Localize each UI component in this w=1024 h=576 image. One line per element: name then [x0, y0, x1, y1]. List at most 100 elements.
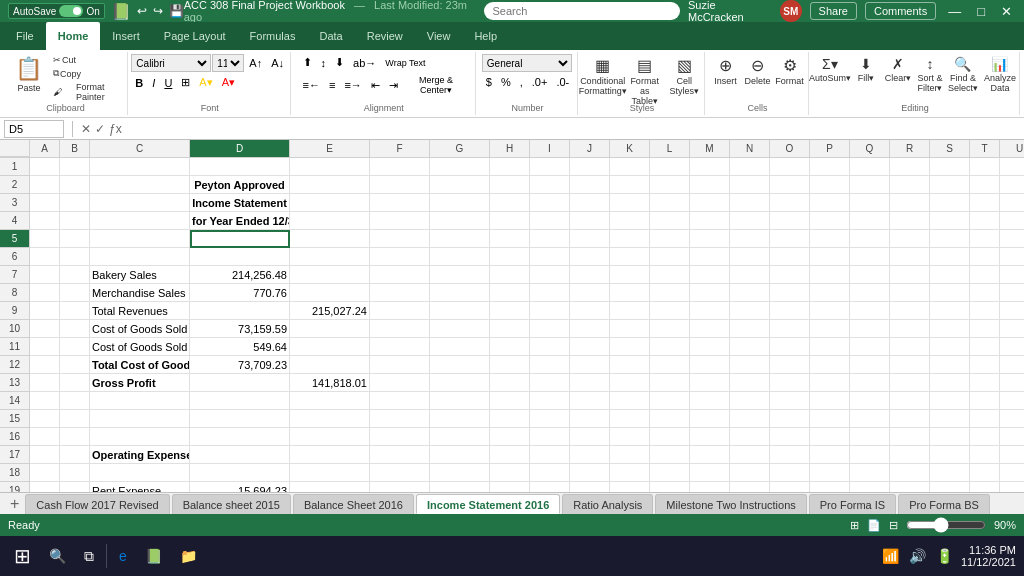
cell-K2[interactable] — [610, 176, 650, 194]
cell-S13[interactable] — [930, 374, 970, 392]
cell-G8[interactable] — [430, 284, 490, 302]
cell-S11[interactable] — [930, 338, 970, 356]
cell-C14[interactable] — [90, 392, 190, 410]
cell-B4[interactable] — [60, 212, 90, 230]
cell-J11[interactable] — [570, 338, 610, 356]
cell-U6[interactable] — [1000, 248, 1024, 266]
cell-P2[interactable] — [810, 176, 850, 194]
number-format-select[interactable]: General — [482, 54, 572, 72]
cell-L15[interactable] — [650, 410, 690, 428]
cell-J14[interactable] — [570, 392, 610, 410]
cell-A13[interactable] — [30, 374, 60, 392]
cell-O7[interactable] — [770, 266, 810, 284]
cell-R14[interactable] — [890, 392, 930, 410]
normal-view-icon[interactable]: ⊞ — [850, 519, 859, 532]
cell-Q19[interactable] — [850, 482, 890, 492]
cell-H6[interactable] — [490, 248, 530, 266]
cell-R12[interactable] — [890, 356, 930, 374]
cell-L10[interactable] — [650, 320, 690, 338]
cell-P19[interactable] — [810, 482, 850, 492]
cell-Q1[interactable] — [850, 158, 890, 176]
cell-A16[interactable] — [30, 428, 60, 446]
cell-S3[interactable] — [930, 194, 970, 212]
cell-N11[interactable] — [730, 338, 770, 356]
cell-L11[interactable] — [650, 338, 690, 356]
cell-I15[interactable] — [530, 410, 570, 428]
cell-J16[interactable] — [570, 428, 610, 446]
cell-K8[interactable] — [610, 284, 650, 302]
cell-T12[interactable] — [970, 356, 1000, 374]
sheet-tab-bs2016[interactable]: Balance Sheet 2016 — [293, 494, 414, 514]
cell-Q12[interactable] — [850, 356, 890, 374]
cell-E3[interactable] — [290, 194, 370, 212]
cell-E5[interactable] — [290, 230, 370, 248]
cell-O1[interactable] — [770, 158, 810, 176]
cell-F4[interactable] — [370, 212, 430, 230]
restore-button[interactable]: □ — [973, 4, 989, 19]
cell-J17[interactable] — [570, 446, 610, 464]
cell-T8[interactable] — [970, 284, 1000, 302]
cell-D10[interactable]: 73,159.59 — [190, 320, 290, 338]
cell-A14[interactable] — [30, 392, 60, 410]
cell-H19[interactable] — [490, 482, 530, 492]
cell-L12[interactable] — [650, 356, 690, 374]
cell-E11[interactable] — [290, 338, 370, 356]
cell-N3[interactable] — [730, 194, 770, 212]
cell-U5[interactable] — [1000, 230, 1024, 248]
cell-E6[interactable] — [290, 248, 370, 266]
cell-J15[interactable] — [570, 410, 610, 428]
cell-F8[interactable] — [370, 284, 430, 302]
cell-O16[interactable] — [770, 428, 810, 446]
cell-F5[interactable] — [370, 230, 430, 248]
align-center-button[interactable]: ≡ — [325, 77, 339, 93]
cell-Q13[interactable] — [850, 374, 890, 392]
cell-G7[interactable] — [430, 266, 490, 284]
cell-D11[interactable]: 549.64 — [190, 338, 290, 356]
paste-button[interactable]: 📋 Paste — [10, 54, 48, 95]
row-head-7[interactable]: 7 — [0, 266, 30, 284]
row-head-15[interactable]: 15 — [0, 410, 30, 428]
cell-S2[interactable] — [930, 176, 970, 194]
cell-M12[interactable] — [690, 356, 730, 374]
cell-C3[interactable] — [90, 194, 190, 212]
align-left-button[interactable]: ≡← — [299, 77, 324, 93]
cell-H15[interactable] — [490, 410, 530, 428]
cell-I10[interactable] — [530, 320, 570, 338]
cell-I14[interactable] — [530, 392, 570, 410]
cell-F14[interactable] — [370, 392, 430, 410]
fill-button[interactable]: ⬇ Fill▾ — [851, 54, 881, 85]
cell-Q7[interactable] — [850, 266, 890, 284]
delete-button[interactable]: ⊖ Delete — [743, 54, 773, 88]
cell-G6[interactable] — [430, 248, 490, 266]
cell-K4[interactable] — [610, 212, 650, 230]
cell-U1[interactable] — [1000, 158, 1024, 176]
cell-B12[interactable] — [60, 356, 90, 374]
cell-O17[interactable] — [770, 446, 810, 464]
cell-N18[interactable] — [730, 464, 770, 482]
cell-B13[interactable] — [60, 374, 90, 392]
cell-F7[interactable] — [370, 266, 430, 284]
cell-S5[interactable] — [930, 230, 970, 248]
tab-review[interactable]: Review — [355, 22, 415, 50]
cell-H4[interactable] — [490, 212, 530, 230]
sort-filter-button[interactable]: ↕ Sort & Filter▾ — [915, 54, 945, 95]
add-sheet-button[interactable]: + — [4, 494, 25, 514]
cell-I12[interactable] — [530, 356, 570, 374]
undo-icon[interactable]: ↩ — [137, 4, 147, 18]
cell-T18[interactable] — [970, 464, 1000, 482]
cell-C4[interactable] — [90, 212, 190, 230]
cell-T15[interactable] — [970, 410, 1000, 428]
cell-U10[interactable] — [1000, 320, 1024, 338]
row-head-5[interactable]: 5 — [0, 230, 30, 248]
font-size-select[interactable]: 11 — [212, 54, 244, 72]
cell-H10[interactable] — [490, 320, 530, 338]
cell-E17[interactable] — [290, 446, 370, 464]
cell-J2[interactable] — [570, 176, 610, 194]
cell-Q15[interactable] — [850, 410, 890, 428]
cell-L4[interactable] — [650, 212, 690, 230]
cell-A15[interactable] — [30, 410, 60, 428]
tab-insert[interactable]: Insert — [100, 22, 152, 50]
cell-J12[interactable] — [570, 356, 610, 374]
cell-S15[interactable] — [930, 410, 970, 428]
cell-A8[interactable] — [30, 284, 60, 302]
